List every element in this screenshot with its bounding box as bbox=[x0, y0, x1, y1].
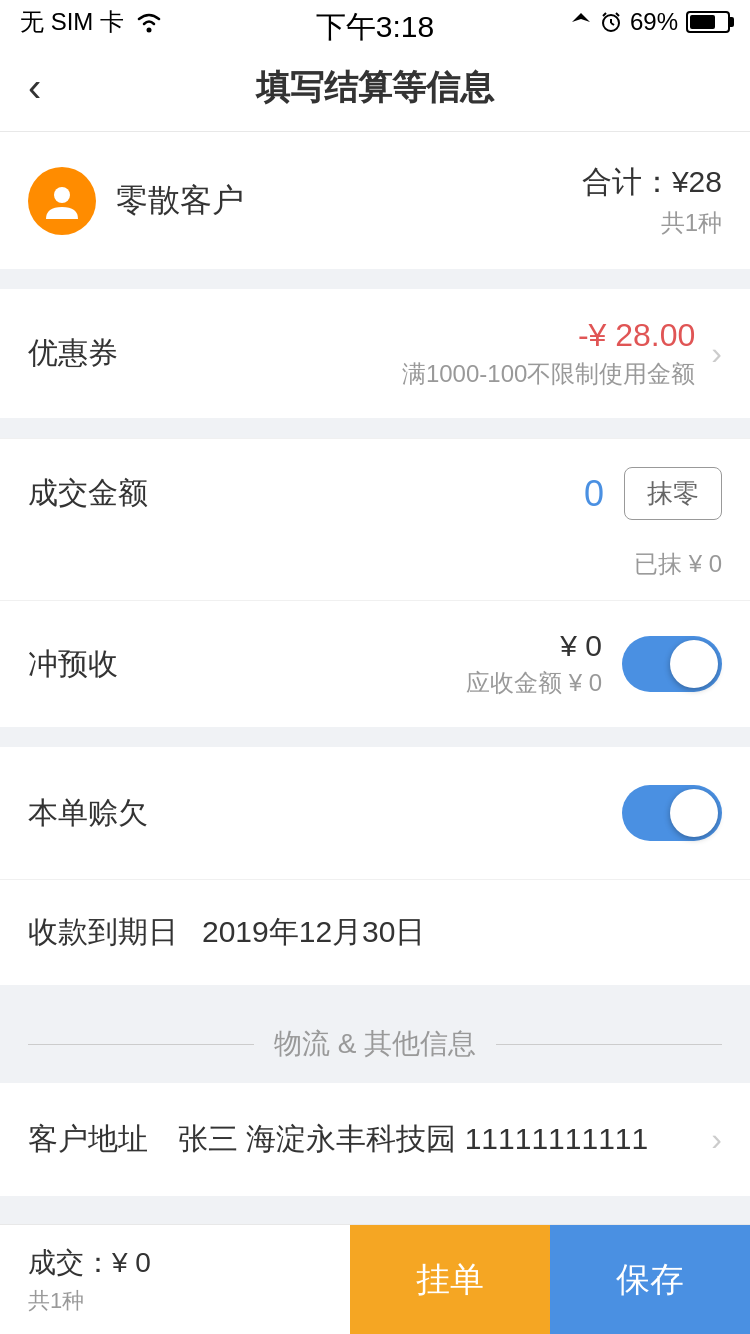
footer-deal-value: ¥ 0 bbox=[112, 1247, 151, 1278]
gap-1 bbox=[0, 269, 750, 289]
total-amount: 合计：¥28 bbox=[582, 162, 722, 203]
due-date-row[interactable]: 收款到期日 2019年12月30日 bbox=[0, 879, 750, 985]
address-row[interactable]: 客户地址 张三 海淀永丰科技园 11111111111 › bbox=[0, 1083, 750, 1196]
prepay-toggle[interactable] bbox=[622, 636, 722, 692]
page-title: 填写结算等信息 bbox=[256, 65, 494, 111]
footer-deal: 成交：¥ 0 bbox=[28, 1244, 322, 1282]
back-button[interactable]: ‹ bbox=[28, 65, 41, 110]
svg-line-4 bbox=[603, 13, 606, 16]
debt-label: 本单赊欠 bbox=[28, 793, 148, 834]
battery-percent: 69% bbox=[630, 8, 678, 36]
debt-toggle-knob bbox=[670, 789, 718, 837]
prepay-sub: 应收金额 ¥ 0 bbox=[466, 667, 602, 699]
address-value: 张三 海淀永丰科技园 11111111111 bbox=[178, 1119, 711, 1160]
deal-amount-sub: 已抹 ¥ 0 bbox=[0, 548, 750, 600]
prepay-label: 冲预收 bbox=[28, 644, 118, 685]
status-left: 无 SIM 卡 bbox=[20, 6, 164, 38]
customer-info: 零散客户 bbox=[28, 167, 244, 235]
logistics-header: 物流 & 其他信息 bbox=[0, 1005, 750, 1083]
toggle-knob bbox=[670, 640, 718, 688]
prepay-right: ¥ 0 应收金额 ¥ 0 bbox=[466, 629, 722, 699]
prepay-row: 冲预收 ¥ 0 应收金额 ¥ 0 bbox=[0, 600, 750, 727]
footer: 成交：¥ 0 共1种 挂单 保存 bbox=[0, 1224, 750, 1334]
coupon-discount: -¥ 28.00 bbox=[402, 317, 695, 354]
due-date-label: 收款到期日 bbox=[28, 912, 178, 953]
coupon-right: -¥ 28.00 满1000-100不限制使用金额 › bbox=[402, 317, 722, 390]
deal-amount-right: 0 抹零 bbox=[584, 467, 722, 520]
address-section: 客户地址 张三 海淀永丰科技园 11111111111 › bbox=[0, 1083, 750, 1196]
customer-total: 合计：¥28 共1种 bbox=[582, 162, 722, 239]
status-right: 69% bbox=[570, 8, 730, 36]
footer-count: 共1种 bbox=[28, 1286, 322, 1316]
no-sim-label: 无 SIM 卡 bbox=[20, 6, 124, 38]
svg-line-5 bbox=[616, 13, 619, 16]
deal-amount-label: 成交金额 bbox=[28, 473, 148, 514]
status-time: 下午3:18 bbox=[316, 7, 434, 48]
coupon-label: 优惠券 bbox=[28, 333, 118, 374]
person-icon bbox=[42, 181, 82, 221]
content-area: 零散客户 合计：¥28 共1种 优惠券 -¥ 28.00 满1000-100不限… bbox=[0, 132, 750, 1334]
nav-bar: ‹ 填写结算等信息 bbox=[0, 44, 750, 132]
avatar bbox=[28, 167, 96, 235]
deal-amount-row: 成交金额 0 抹零 bbox=[0, 438, 750, 548]
footer-deal-label: 成交： bbox=[28, 1247, 112, 1278]
prepay-amount: ¥ 0 bbox=[466, 629, 602, 663]
deal-section: 成交金额 0 抹零 已抹 ¥ 0 冲预收 ¥ 0 应收金额 ¥ 0 bbox=[0, 438, 750, 727]
alarm-icon bbox=[600, 11, 622, 33]
prepay-amount-block: ¥ 0 应收金额 ¥ 0 bbox=[466, 629, 602, 699]
coupon-section: 优惠券 -¥ 28.00 满1000-100不限制使用金额 › bbox=[0, 289, 750, 418]
coupon-condition: 满1000-100不限制使用金额 bbox=[402, 358, 695, 390]
customer-row: 零散客户 合计：¥28 共1种 bbox=[0, 132, 750, 269]
debt-toggle[interactable] bbox=[622, 785, 722, 841]
debt-row: 本单赊欠 bbox=[0, 747, 750, 879]
gap-3 bbox=[0, 727, 750, 747]
total-count: 共1种 bbox=[582, 207, 722, 239]
status-bar: 无 SIM 卡 下午3:18 69% bbox=[0, 0, 750, 44]
logistics-line-right bbox=[496, 1044, 722, 1045]
footer-info: 成交：¥ 0 共1种 bbox=[0, 1244, 350, 1316]
address-chevron: › bbox=[711, 1121, 722, 1158]
gap-4 bbox=[0, 985, 750, 1005]
battery-icon bbox=[686, 11, 730, 33]
due-date-value: 2019年12月30日 bbox=[202, 912, 425, 953]
logistics-line-left bbox=[28, 1044, 254, 1045]
deal-amount-value: 0 bbox=[584, 473, 604, 515]
customer-name: 零散客户 bbox=[116, 179, 244, 223]
debt-section: 本单赊欠 收款到期日 2019年12月30日 bbox=[0, 747, 750, 985]
round-zero-button[interactable]: 抹零 bbox=[624, 467, 722, 520]
svg-line-3 bbox=[611, 23, 614, 25]
customer-section: 零散客户 合计：¥28 共1种 bbox=[0, 132, 750, 269]
logistics-text: 物流 & 其他信息 bbox=[274, 1025, 476, 1063]
svg-point-0 bbox=[147, 28, 152, 33]
coupon-chevron: › bbox=[711, 335, 722, 372]
gap-2 bbox=[0, 418, 750, 438]
hold-button[interactable]: 挂单 bbox=[350, 1225, 550, 1335]
svg-point-6 bbox=[54, 187, 70, 203]
coupon-row[interactable]: 优惠券 -¥ 28.00 满1000-100不限制使用金额 › bbox=[0, 289, 750, 418]
save-button[interactable]: 保存 bbox=[550, 1225, 750, 1335]
wifi-icon bbox=[134, 11, 164, 33]
address-label: 客户地址 bbox=[28, 1119, 148, 1160]
location-icon bbox=[570, 11, 592, 33]
